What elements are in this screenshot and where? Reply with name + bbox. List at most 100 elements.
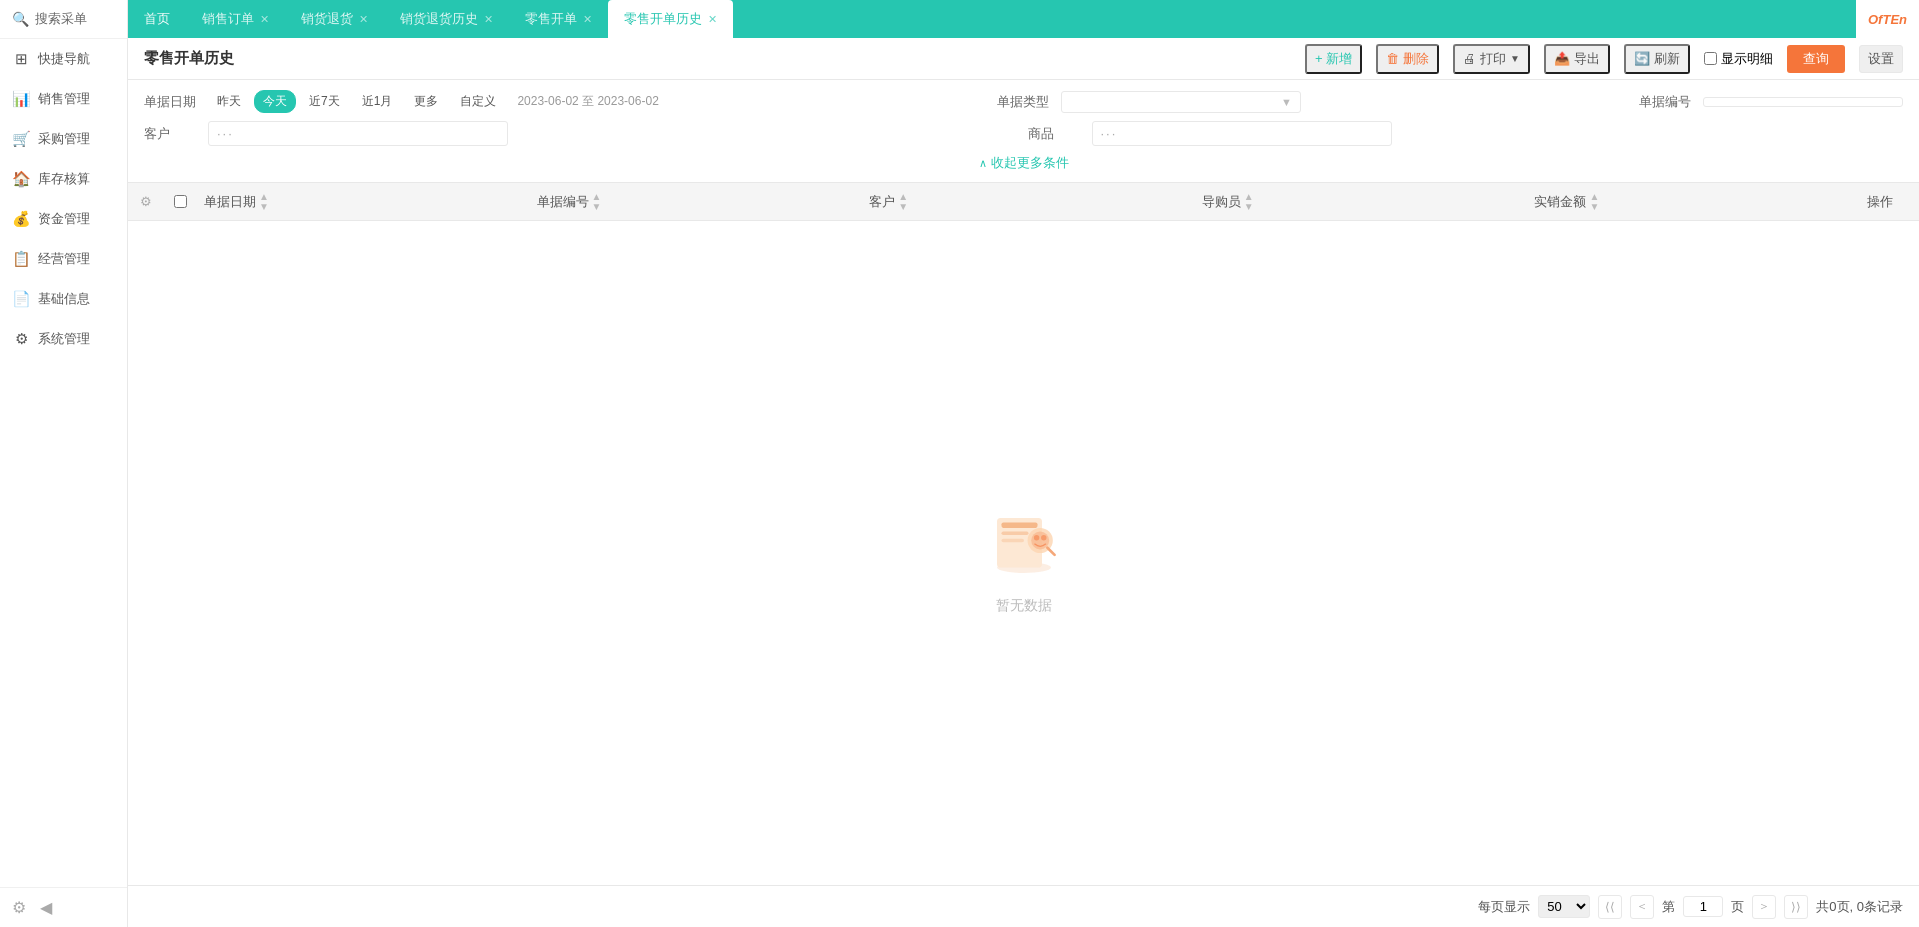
date-btn-today[interactable]: 今天 — [254, 90, 296, 113]
purchase-mgmt-icon: 🛒 — [12, 130, 30, 148]
sidebar-item-inventory[interactable]: 🏠 库存核算 — [0, 159, 127, 199]
action-bar: 零售开单历史 + 新增 🗑 删除 🖨 打印 ▼ 📤 导出 🔄 刷新 显示明细 查… — [128, 38, 1919, 80]
th-guide-label: 导购员 — [1202, 193, 1241, 211]
th-amount[interactable]: 实销金额▲▼ — [1526, 192, 1859, 212]
customer-input[interactable]: ··· — [208, 121, 508, 146]
delete-icon: 🗑 — [1386, 51, 1399, 66]
goods-input[interactable]: ··· — [1092, 121, 1392, 146]
export-icon: 📤 — [1554, 51, 1570, 66]
date-btn-last1month[interactable]: 近1月 — [353, 90, 402, 113]
bill-no-label: 单据编号 — [1639, 93, 1695, 111]
select-all-checkbox[interactable] — [164, 195, 196, 208]
tab-sales-return-close-icon[interactable]: ✕ — [359, 13, 368, 26]
display-detail-checkbox[interactable]: 显示明细 — [1704, 50, 1773, 68]
filter-area: 单据日期 昨天今天近7天近1月更多自定义 2023-06-02 至 2023-0… — [128, 80, 1919, 183]
tab-sales-return-history-label: 销货退货历史 — [400, 10, 478, 28]
quick-nav-label: 快捷导航 — [38, 50, 90, 68]
date-btn-more[interactable]: 更多 — [405, 90, 447, 113]
sidebar-item-base-info[interactable]: 📄 基础信息 — [0, 279, 127, 319]
tab-sales-return-history-close-icon[interactable]: ✕ — [484, 13, 493, 26]
display-detail-input[interactable] — [1704, 52, 1717, 65]
tab-retail-open-history[interactable]: 零售开单历史✕ — [608, 0, 733, 38]
display-detail-label: 显示明细 — [1721, 50, 1773, 68]
th-date[interactable]: 单据日期▲▼ — [196, 192, 529, 212]
tab-sales-order[interactable]: 销售订单✕ — [186, 0, 285, 38]
th-guide-sort-icon: ▲▼ — [1244, 192, 1254, 212]
bill-no-input[interactable] — [1703, 97, 1903, 107]
first-page-button[interactable]: ⟨⟨ — [1598, 895, 1622, 919]
svg-rect-3 — [1001, 532, 1028, 536]
refresh-icon: 🔄 — [1634, 51, 1650, 66]
tab-home[interactable]: 首页 — [128, 0, 186, 38]
print-arrow-icon: ▼ — [1510, 53, 1520, 64]
column-settings-button[interactable]: ⚙ — [128, 194, 164, 209]
empty-text: 暂无数据 — [996, 597, 1052, 615]
settings-button[interactable]: 设置 — [1859, 45, 1903, 73]
page-title: 零售开单历史 — [144, 49, 1291, 68]
sidebar-item-purchase-mgmt[interactable]: 🛒 采购管理 — [0, 119, 127, 159]
sidebar-item-sys-mgmt[interactable]: ⚙ 系统管理 — [0, 319, 127, 359]
print-button[interactable]: 🖨 打印 ▼ — [1453, 44, 1530, 74]
inventory-icon: 🏠 — [12, 170, 30, 188]
date-filter-label: 单据日期 — [144, 93, 200, 111]
export-button[interactable]: 📤 导出 — [1544, 44, 1610, 74]
tab-retail-open[interactable]: 零售开单✕ — [509, 0, 608, 38]
page-input[interactable] — [1683, 896, 1723, 917]
print-icon: 🖨 — [1463, 51, 1476, 66]
th-date-sort-icon: ▲▼ — [259, 192, 269, 212]
date-btn-last7days[interactable]: 近7天 — [300, 90, 349, 113]
tab-retail-open-close-icon[interactable]: ✕ — [583, 13, 592, 26]
collapse-label: 收起更多条件 — [991, 154, 1069, 172]
sales-mgmt-icon: 📊 — [12, 90, 30, 108]
next-page-button[interactable]: ＞ — [1752, 895, 1776, 919]
tab-sales-return-history[interactable]: 销货退货历史 ✕ — [384, 0, 509, 38]
page-unit: 页 — [1731, 898, 1744, 916]
th-customer[interactable]: 客户▲▼ — [861, 192, 1194, 212]
sidebar-item-finance[interactable]: 💰 资金管理 — [0, 199, 127, 239]
last-page-button[interactable]: ⟩⟩ — [1784, 895, 1808, 919]
sys-mgmt-label: 系统管理 — [38, 330, 90, 348]
select-all-input[interactable] — [174, 195, 187, 208]
svg-point-8 — [1033, 535, 1038, 540]
bill-type-select[interactable]: ▼ — [1061, 91, 1301, 113]
sidebar-nav: ⊞ 快捷导航📊 销售管理🛒 采购管理🏠 库存核算💰 资金管理📋 经营管理📄 基础… — [0, 39, 127, 887]
sys-mgmt-icon: ⚙ — [12, 330, 30, 348]
sidebar-item-quick-nav[interactable]: ⊞ 快捷导航 — [0, 39, 127, 79]
pagination-summary: 共0页, 0条记录 — [1816, 898, 1903, 916]
sidebar-item-sales-mgmt[interactable]: 📊 销售管理 — [0, 79, 127, 119]
collapse-arrow-icon: ∧ — [979, 157, 987, 170]
operations-icon: 📋 — [12, 250, 30, 268]
th-actions-label: 操作 — [1867, 193, 1893, 211]
tab-sales-order-close-icon[interactable]: ✕ — [260, 13, 269, 26]
goods-dots: ··· — [1101, 126, 1118, 141]
collapse-button[interactable]: ∧ 收起更多条件 — [144, 154, 1903, 172]
delete-button[interactable]: 🗑 删除 — [1376, 44, 1439, 74]
refresh-label: 刷新 — [1654, 50, 1680, 68]
base-info-label: 基础信息 — [38, 290, 90, 308]
settings-icon[interactable]: ⚙ — [12, 898, 26, 917]
th-no[interactable]: 单据编号▲▼ — [529, 192, 862, 212]
sidebar-search-label: 搜索采单 — [35, 10, 87, 28]
date-btn-yesterday[interactable]: 昨天 — [208, 90, 250, 113]
refresh-button[interactable]: 🔄 刷新 — [1624, 44, 1690, 74]
tab-sales-return[interactable]: 销货退货✕ — [285, 0, 384, 38]
tab-home-label: 首页 — [144, 10, 170, 28]
main-area: 首页销售订单✕销货退货✕销货退货历史✕零售开单✕零售开单历史✕ — ✕ OfTE… — [128, 0, 1919, 927]
collapse-icon[interactable]: ◀ — [40, 898, 52, 917]
th-guide[interactable]: 导购员▲▼ — [1194, 192, 1527, 212]
add-button[interactable]: + 新增 — [1305, 44, 1362, 74]
bill-type-label: 单据类型 — [997, 93, 1053, 111]
finance-label: 资金管理 — [38, 210, 90, 228]
table-empty-state: 暂无数据 — [128, 221, 1919, 885]
per-page-select[interactable]: 102050100 — [1538, 895, 1590, 918]
th-no-label: 单据编号 — [537, 193, 589, 211]
date-btn-custom[interactable]: 自定义 — [451, 90, 505, 113]
operations-label: 经营管理 — [38, 250, 90, 268]
query-button[interactable]: 查询 — [1787, 45, 1845, 73]
prev-page-button[interactable]: ＜ — [1630, 895, 1654, 919]
svg-rect-2 — [1001, 523, 1037, 528]
sidebar-item-operations[interactable]: 📋 经营管理 — [0, 239, 127, 279]
tab-retail-open-history-close-icon[interactable]: ✕ — [708, 13, 717, 26]
sidebar-search[interactable]: 🔍 搜索采单 — [0, 0, 127, 39]
th-actions: 操作 — [1859, 192, 1919, 212]
